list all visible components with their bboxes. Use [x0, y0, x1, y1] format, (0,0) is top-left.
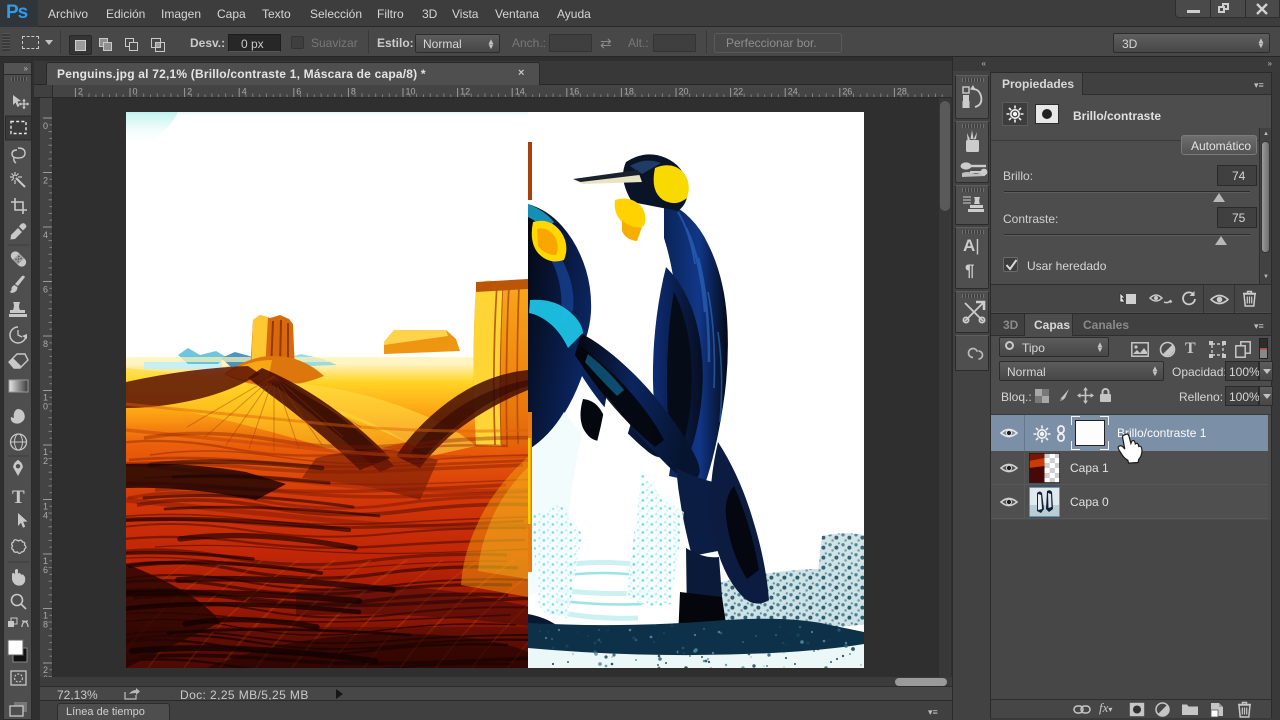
svg-text:28: 28 [897, 87, 907, 97]
svg-text:18: 18 [624, 87, 634, 97]
svg-text:8: 8 [43, 620, 48, 630]
svg-text:4: 4 [43, 230, 48, 240]
svg-text:0: 0 [43, 121, 48, 131]
svg-text:22: 22 [733, 87, 743, 97]
svg-text:26: 26 [842, 87, 852, 97]
svg-text:14: 14 [515, 87, 525, 97]
svg-text:20: 20 [679, 87, 689, 97]
svg-text:2: 2 [43, 176, 48, 186]
svg-text:12: 12 [460, 87, 470, 97]
svg-text:4: 4 [43, 511, 48, 521]
svg-text:0: 0 [43, 402, 48, 412]
svg-text:2: 2 [43, 456, 48, 466]
svg-text:T: T [12, 487, 25, 508]
svg-text:10: 10 [406, 87, 416, 97]
svg-text:24: 24 [788, 87, 798, 97]
svg-text:16: 16 [569, 87, 579, 97]
svg-text:6: 6 [43, 285, 48, 295]
svg-text:6: 6 [43, 565, 48, 575]
svg-text:8: 8 [43, 339, 48, 349]
